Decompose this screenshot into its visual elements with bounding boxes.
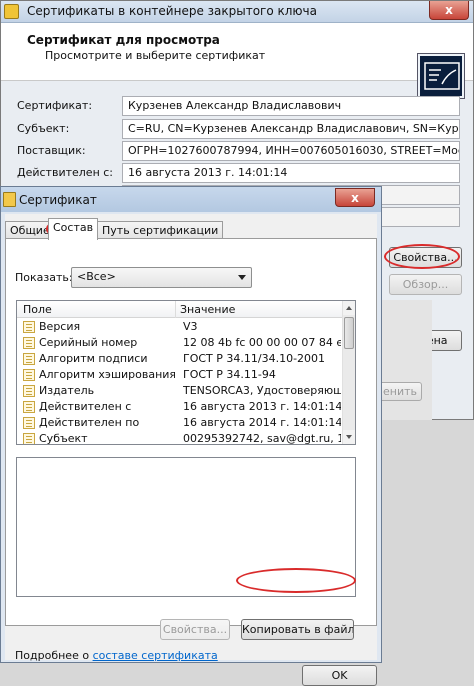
column-header-field[interactable]: Поле: [23, 303, 52, 316]
certificate-row: Сертификат: Курзенев Александр Владислав…: [1, 96, 473, 118]
column-divider[interactable]: [175, 301, 176, 318]
issuer-row: Поставщик: ОГРН=1027600787994, ИНН=00760…: [1, 141, 473, 163]
certificate-logo-icon: [417, 53, 465, 99]
field-name: Издатель: [39, 384, 95, 397]
valid-from-field[interactable]: 16 августа 2013 г. 14:01:14: [122, 163, 460, 183]
list-item[interactable]: Алгоритм подписи ГОСТ Р 34.11/34.10-2001: [17, 351, 343, 367]
list-item[interactable]: Серийный номер 12 08 4b fc 00 00 00 07 84…: [17, 335, 343, 351]
list-item[interactable]: Версия V3: [17, 319, 343, 335]
field-icon: [23, 385, 35, 397]
fields-list[interactable]: Поле Значение Версия V3 Серийный номер 12 …: [16, 300, 356, 445]
header-title: Сертификат для просмотра: [27, 33, 220, 47]
show-dropdown[interactable]: <Все>: [71, 267, 252, 288]
fields-list-header: Поле Значение: [17, 301, 343, 318]
field-icon: [23, 353, 35, 365]
list-item[interactable]: Действителен по 16 августа 2014 г. 14:01:…: [17, 415, 343, 431]
background-title-bar: Сертификаты в контейнере закрытого ключа…: [1, 1, 473, 23]
field-name: Алгоритм хэширования по...: [39, 368, 175, 381]
background-close-button[interactable]: x: [429, 1, 469, 20]
field-icon: [23, 433, 35, 444]
field-name: Действителен с: [39, 400, 132, 413]
field-name: Субъект: [39, 432, 88, 445]
field-value: ГОСТ Р 34.11/34.10-2001: [183, 352, 326, 365]
list-item[interactable]: Действителен с 16 августа 2013 г. 14:01:1…: [17, 399, 343, 415]
background-browse-button[interactable]: Обзор...: [389, 274, 462, 295]
tab-details[interactable]: Состав: [48, 218, 99, 240]
scroll-down-icon[interactable]: [343, 430, 355, 444]
ok-button[interactable]: OK: [302, 665, 377, 686]
certificate-icon: [3, 192, 16, 207]
certificate-title-bar: Сертификат x: [1, 187, 381, 212]
valid-from-row: Действителен с: 16 августа 2013 г. 14:01…: [1, 163, 473, 185]
field-icon: [23, 417, 35, 429]
underlying-change-button[interactable]: енить: [378, 382, 422, 401]
background-header: Сертификат для просмотра Просмотрите и в…: [1, 23, 473, 99]
list-item[interactable]: Издатель TENSORCA3, Удостоверяющ...: [17, 383, 343, 399]
field-icon: [23, 401, 35, 413]
field-detail-box[interactable]: [16, 457, 356, 597]
scroll-up-icon[interactable]: [343, 301, 355, 315]
field-value: TENSORCA3, Удостоверяющ...: [183, 384, 341, 397]
certificate-close-button[interactable]: x: [335, 188, 375, 207]
certificate-dialog: Сертификат x Общие Состав Путь сертифика…: [0, 186, 382, 686]
field-icon: [23, 321, 35, 333]
column-header-value[interactable]: Значение: [180, 303, 235, 316]
field-name: Версия: [39, 320, 81, 333]
certificate-details-link[interactable]: составе сертификата: [93, 649, 218, 662]
background-properties-button[interactable]: Свойства...: [389, 247, 462, 268]
background-window-title: Сертификаты в контейнере закрытого ключа: [27, 4, 317, 18]
tab-certification-path[interactable]: Путь сертификации: [97, 221, 224, 239]
field-name: Алгоритм подписи: [39, 352, 148, 365]
details-tab-panel: Показать: <Все> Поле Значение Версия V3 С…: [5, 238, 377, 662]
fields-rows: Версия V3 Серийный номер 12 08 4b fc 00 00…: [17, 319, 343, 445]
field-value: ГОСТ Р 34.11-94: [183, 368, 276, 381]
certificate-dialog-body: Общие Состав Путь сертификации Показать:…: [5, 214, 377, 686]
issuer-field[interactable]: ОГРН=1027600787994, ИНН=007605016030, ST…: [122, 141, 460, 161]
certificate-icon: [4, 4, 19, 19]
field-value: 16 августа 2013 г. 14:01:14: [183, 400, 341, 413]
field-name: Действителен по: [39, 416, 140, 429]
scroll-thumb[interactable]: [344, 317, 354, 349]
underlying-window: [380, 300, 432, 420]
show-label: Показать:: [15, 271, 73, 284]
row-label: Сертификат:: [17, 99, 93, 112]
more-info-prefix: Подробнее о: [15, 649, 90, 662]
field-value: 00295392742, sav@dgt.ru, 1...: [183, 432, 341, 445]
show-dropdown-value: <Все>: [77, 270, 116, 283]
list-item[interactable]: Субъект 00295392742, sav@dgt.ru, 1...: [17, 431, 343, 445]
list-item[interactable]: Алгоритм хэширования по... ГОСТ Р 34.11-9…: [17, 367, 343, 383]
row-label: Субъект:: [17, 122, 70, 135]
row-label: Действителен с:: [17, 166, 114, 179]
copy-to-file-button[interactable]: Копировать в файл...: [241, 619, 354, 640]
field-value: 12 08 4b fc 00 00 00 07 84 ea: [183, 336, 341, 349]
field-value: V3: [183, 320, 198, 333]
header-subtitle: Просмотрите и выберите сертификат: [45, 49, 266, 62]
field-value: 16 августа 2014 г. 14:01:14: [183, 416, 341, 429]
more-info-text: Подробнее о составе сертификата: [15, 649, 218, 662]
field-icon: [23, 369, 35, 381]
field-name: Серийный номер: [39, 336, 138, 349]
certificate-window-title: Сертификат: [19, 193, 97, 207]
subject-row: Субъект: C=RU, CN=Курзенев Александр Вла…: [1, 119, 473, 141]
field-icon: [23, 337, 35, 349]
row-label: Поставщик:: [17, 144, 86, 157]
chevron-down-icon: [238, 275, 246, 280]
certificate-field[interactable]: Курзенев Александр Владиславович: [122, 96, 460, 116]
subject-field[interactable]: C=RU, CN=Курзенев Александр Владиславови…: [122, 119, 460, 139]
fields-scrollbar[interactable]: [342, 301, 355, 444]
properties-button[interactable]: Свойства...: [160, 619, 230, 640]
